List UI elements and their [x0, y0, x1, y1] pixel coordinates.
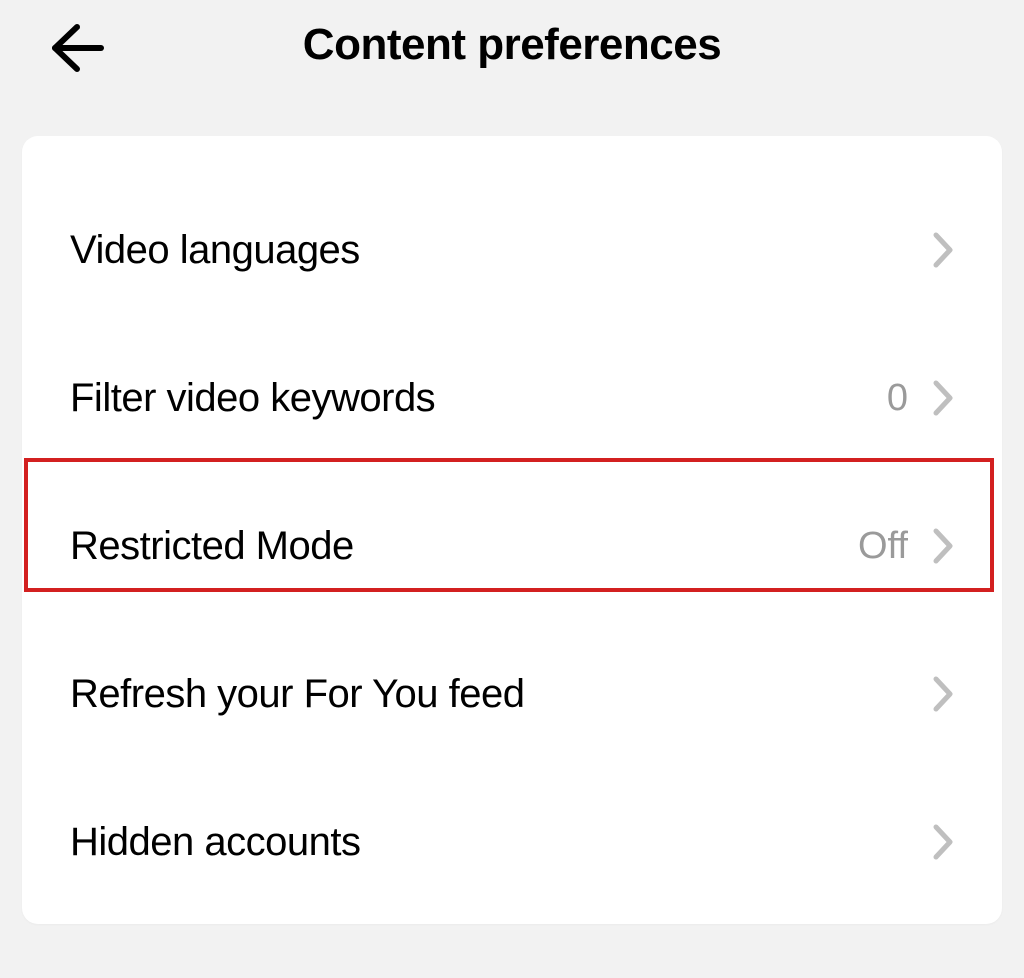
chevron-right-icon: [932, 823, 954, 861]
chevron-right-icon: [932, 675, 954, 713]
row-hidden-accounts[interactable]: Hidden accounts: [22, 768, 1002, 916]
settings-card: Video languages Filter video keywords 0: [22, 136, 1002, 924]
row-label: Refresh your For You feed: [70, 672, 524, 717]
chevron-right-icon: [932, 527, 954, 565]
header: Content preferences: [0, 0, 1024, 110]
row-filter-video-keywords[interactable]: Filter video keywords 0: [22, 324, 1002, 472]
chevron-right-icon: [932, 379, 954, 417]
back-arrow-icon: [47, 19, 105, 77]
row-value: 0: [887, 377, 908, 420]
row-label: Video languages: [70, 228, 360, 273]
chevron-right-icon: [932, 231, 954, 269]
row-value: Off: [858, 525, 908, 568]
page-title: Content preferences: [24, 20, 1000, 70]
row-label: Restricted Mode: [70, 524, 354, 569]
row-label: Hidden accounts: [70, 820, 360, 865]
row-restricted-mode[interactable]: Restricted Mode Off: [22, 472, 1002, 620]
back-button[interactable]: [46, 18, 106, 78]
row-label: Filter video keywords: [70, 376, 435, 421]
row-video-languages[interactable]: Video languages: [22, 176, 1002, 324]
row-refresh-for-you[interactable]: Refresh your For You feed: [22, 620, 1002, 768]
